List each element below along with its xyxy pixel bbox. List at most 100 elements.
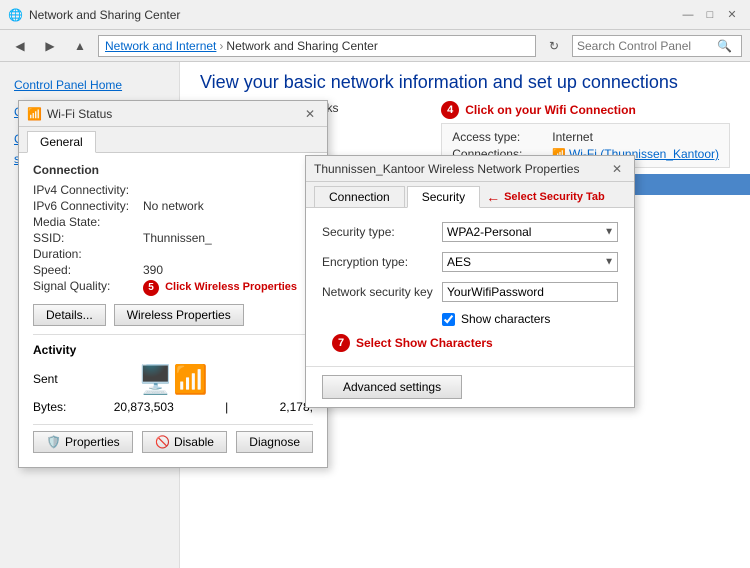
bytes-label: Bytes: <box>33 400 66 414</box>
security-arrow-icon: ← <box>486 189 500 205</box>
app-title: Network and Sharing Center <box>29 8 180 22</box>
maximize-button[interactable]: □ <box>700 5 720 25</box>
wifi-bottom-buttons: 🛡️ Properties 🚫 Disable Diagnose <box>33 424 313 457</box>
net-props-body: Security type: WPA2-Personal ▼ Encryptio… <box>306 208 634 366</box>
close-button[interactable]: ✕ <box>722 5 742 25</box>
annotation6-label: Select Security Tab <box>504 191 605 203</box>
address-bar: ◀ ▶ ▲ Network and Internet › Network and… <box>0 30 750 62</box>
recv-label: R <box>253 372 313 386</box>
search-box: 🔍 <box>572 35 742 57</box>
ipv6-label: IPv6 Connectivity: <box>33 199 143 213</box>
wireless-properties-button[interactable]: Wireless Properties <box>114 304 244 326</box>
media-label: Media State: <box>33 215 143 229</box>
media-row: Media State: <box>33 215 313 229</box>
title-bar-left: 🌐 Network and Sharing Center <box>8 8 180 22</box>
ssid-row: SSID: Thunnissen_ <box>33 231 313 245</box>
activity-title: Activity <box>33 343 313 357</box>
minimize-button[interactable]: — <box>678 5 698 25</box>
annotation7-area: 7 Select Show Characters <box>332 334 618 352</box>
wifi-status-titlebar: 📶 Wi-Fi Status ✕ <box>19 101 327 127</box>
wifi-status-title-text: 📶 Wi-Fi Status <box>27 107 112 121</box>
sidebar-item-home[interactable]: Control Panel Home <box>0 72 179 99</box>
show-chars-row: Show characters <box>442 312 618 326</box>
security-tab-container: Security ← Select Security Tab <box>407 186 605 207</box>
properties-button[interactable]: 🛡️ Properties <box>33 431 133 453</box>
duration-row: Duration: <box>33 247 313 261</box>
page-title: View your basic network information and … <box>200 72 730 93</box>
signal-value: 5 Click Wireless Properties <box>143 279 297 296</box>
disable-label: Disable <box>174 435 214 449</box>
net-props-window: Thunnissen_Kantoor Wireless Network Prop… <box>305 155 635 408</box>
app-icon: 🌐 <box>8 8 23 22</box>
sent-label: Sent <box>33 372 93 386</box>
network-key-control <box>442 282 618 302</box>
breadcrumb-sep1: › <box>219 39 223 53</box>
ipv4-row: IPv4 Connectivity: <box>33 183 313 197</box>
wifi-action-buttons: Details... Wireless Properties <box>33 304 313 326</box>
breadcrumb-sharing-center[interactable]: Network and Sharing Center <box>226 39 377 53</box>
encryption-type-row: Encryption type: AES ▼ <box>322 252 618 272</box>
diagnose-button[interactable]: Diagnose <box>236 431 313 453</box>
network-key-label: Network security key <box>322 285 442 299</box>
access-type-value: Internet <box>552 130 593 144</box>
advanced-settings-button[interactable]: Advanced settings <box>322 375 462 399</box>
step7-circle: 7 <box>332 334 350 352</box>
bytes-divider: | <box>225 400 228 414</box>
duration-label: Duration: <box>33 247 143 261</box>
net-props-title: Thunnissen_Kantoor Wireless Network Prop… <box>314 162 579 176</box>
disable-icon: 🚫 <box>155 435 170 449</box>
forward-button[interactable]: ▶ <box>38 34 62 58</box>
wifi-status-tabs: General <box>19 127 327 153</box>
title-bar: 🌐 Network and Sharing Center — □ ✕ <box>0 0 750 30</box>
activity-section: Activity Sent 🖥️📶 R Bytes: 20,873,503 | … <box>33 343 313 414</box>
tab-connection[interactable]: Connection <box>314 186 405 207</box>
disable-button[interactable]: 🚫 Disable <box>142 431 227 453</box>
details-button[interactable]: Details... <box>33 304 106 326</box>
encryption-type-control: AES ▼ <box>442 252 618 272</box>
properties-icon: 🛡️ <box>46 435 61 449</box>
up-button[interactable]: ▲ <box>68 34 92 58</box>
tab-general[interactable]: General <box>27 131 96 153</box>
wireless-props-label: Wireless Properties <box>127 308 231 322</box>
net-props-titlebar: Thunnissen_Kantoor Wireless Network Prop… <box>306 156 634 182</box>
wifi-status-title: Wi-Fi Status <box>47 107 112 121</box>
net-props-footer: Advanced settings <box>306 366 634 407</box>
sent-recv-labels: Sent 🖥️📶 R <box>33 363 313 396</box>
ssid-label: SSID: <box>33 231 143 245</box>
network-icon: 🖥️📶 <box>138 363 208 396</box>
annotation5-label: Click Wireless Properties <box>165 281 297 293</box>
wifi-status-icon: 📶 <box>27 107 42 121</box>
back-button[interactable]: ◀ <box>8 34 32 58</box>
properties-label: Properties <box>65 435 120 449</box>
access-type-label: Access type: <box>452 130 552 144</box>
annotation4-label: Click on your Wifi Connection <box>465 103 636 117</box>
net-props-close[interactable]: ✕ <box>608 160 626 178</box>
wifi-status-close[interactable]: ✕ <box>301 105 319 123</box>
diagnose-label: Diagnose <box>249 435 300 449</box>
bytes-row: Bytes: 20,873,503 | 2,178, <box>33 400 313 414</box>
breadcrumb: Network and Internet › Network and Shari… <box>98 35 536 57</box>
search-input[interactable] <box>577 39 717 53</box>
refresh-button[interactable]: ↻ <box>542 34 566 58</box>
network-key-row: Network security key <box>322 282 618 302</box>
security-type-label: Security type: <box>322 225 442 239</box>
wifi-status-body: Connection IPv4 Connectivity: IPv6 Conne… <box>19 153 327 467</box>
wifi-divider <box>33 334 313 335</box>
step5-annotation: 5 Click Wireless Properties <box>143 281 297 293</box>
speed-row: Speed: 390 <box>33 263 313 277</box>
security-type-select[interactable]: WPA2-Personal <box>442 222 618 242</box>
connection-section-title: Connection <box>33 163 313 177</box>
net-props-tabs: Connection Security ← Select Security Ta… <box>306 182 634 208</box>
show-chars-checkbox[interactable] <box>442 313 455 326</box>
annotation7-label: Select Show Characters <box>356 336 493 350</box>
search-icon[interactable]: 🔍 <box>717 39 732 53</box>
speed-label: Speed: <box>33 263 143 277</box>
ipv6-value: No network <box>143 199 204 213</box>
tab-security[interactable]: Security <box>407 186 480 208</box>
show-chars-label: Show characters <box>461 312 550 326</box>
network-key-input[interactable] <box>442 282 618 302</box>
ssid-value: Thunnissen_ <box>143 231 212 245</box>
breadcrumb-network-internet[interactable]: Network and Internet <box>105 39 216 53</box>
step5-circle: 5 <box>143 280 159 296</box>
encryption-type-select[interactable]: AES <box>442 252 618 272</box>
